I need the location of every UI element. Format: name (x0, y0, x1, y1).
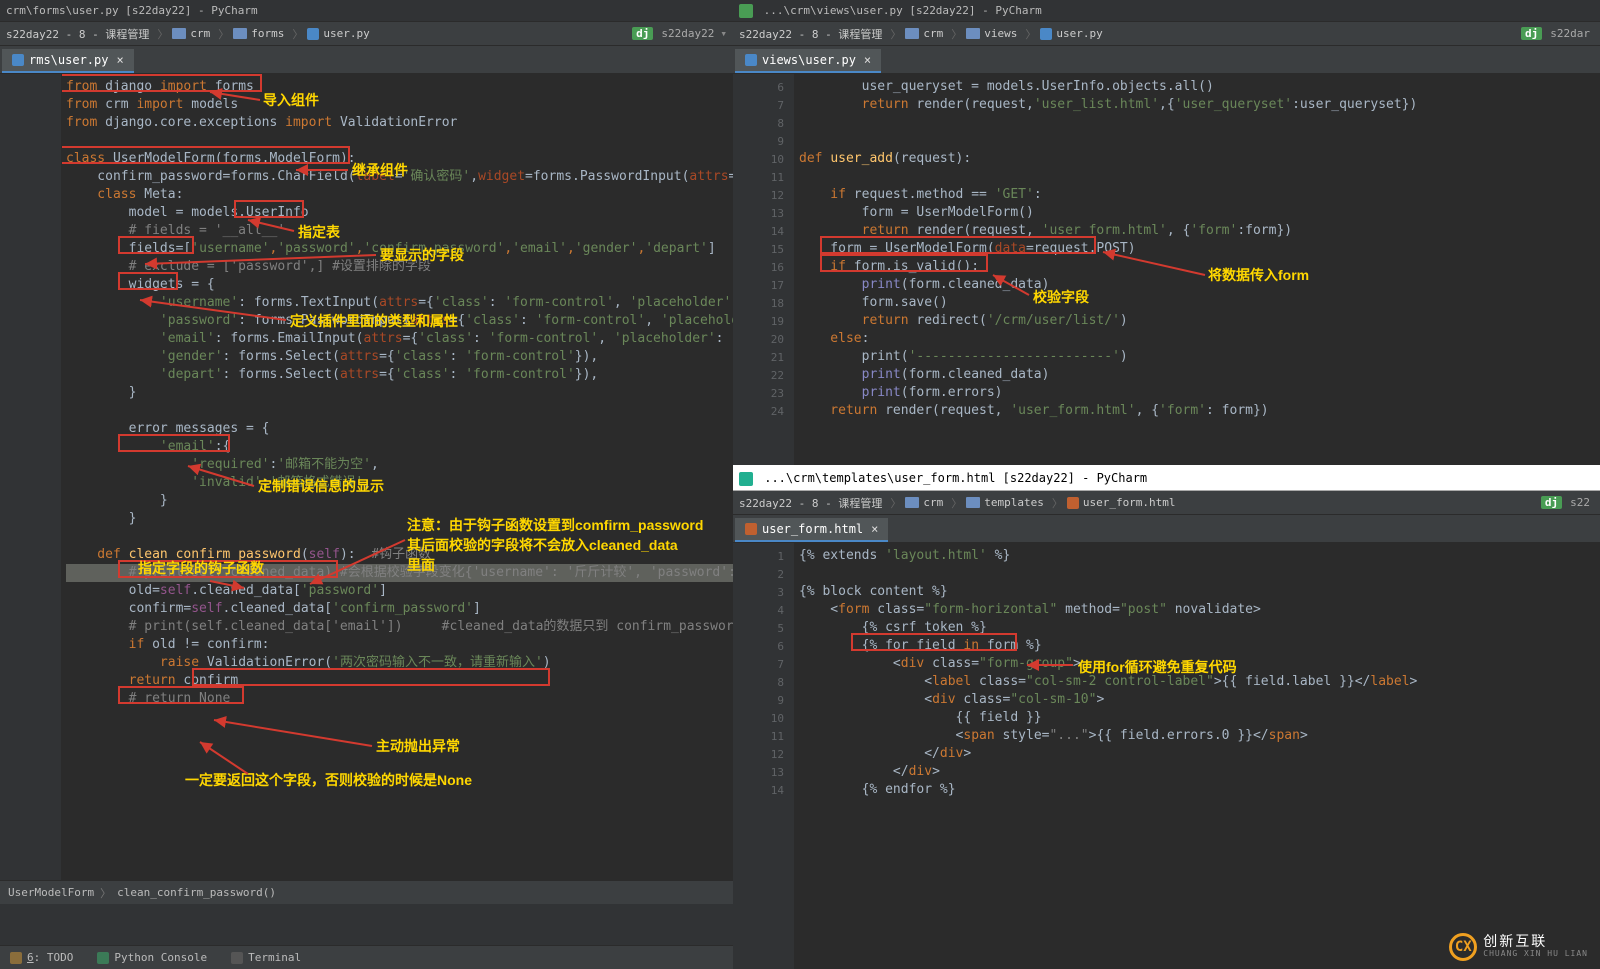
right-bottom-pane: ...\crm\templates\user_form.html [s22day… (733, 465, 1600, 969)
watermark-sub: CHUANG XIN HU LIAN (1483, 950, 1588, 959)
chevron-down-icon[interactable]: ▾ (720, 27, 727, 40)
folder-icon (966, 497, 980, 508)
breadcrumb-file-rb[interactable]: user_form.html (1067, 496, 1176, 509)
editor-area-rt[interactable]: 6789101112131415161718192021222324 user_… (733, 74, 1600, 465)
django-badge: dj (632, 27, 653, 40)
python-icon (307, 28, 319, 40)
run-config-rt[interactable]: s22dar (1550, 27, 1590, 40)
window-title-rb: ...\crm\templates\user_form.html [s22day… (764, 471, 1147, 485)
pycharm-icon (739, 4, 753, 18)
window-title-rt: ...\crm\views\user.py [s22day22] - PyCha… (764, 4, 1042, 17)
right-top-pane: ...\crm\views\user.py [s22day22] - PyCha… (733, 0, 1600, 465)
close-icon[interactable]: × (871, 522, 878, 536)
html-icon (745, 523, 757, 535)
editor-tabs-rb: user_form.html× (733, 515, 1600, 543)
code[interactable]: from django import forms from crm import… (62, 74, 733, 880)
breadcrumb-forms[interactable]: forms (233, 27, 284, 40)
breadcrumb-bar: s22day22 - 8 - 课程管理〉 crm〉 forms〉 user.py… (0, 22, 733, 46)
breadcrumb-bar-rt: s22day22 - 8 - 课程管理〉 crm〉 views〉 user.py… (733, 22, 1600, 46)
code-rt[interactable]: user_queryset = models.UserInfo.objects.… (795, 74, 1600, 465)
breadcrumb-file-rt[interactable]: user.py (1040, 27, 1102, 40)
tab-views-user[interactable]: views\user.py× (735, 49, 881, 73)
tab-user-py[interactable]: rms\user.py× (2, 49, 134, 73)
folder-icon (966, 28, 980, 39)
python-icon (1040, 28, 1052, 40)
editor-area[interactable]: from django import forms from crm import… (0, 74, 733, 880)
todo-icon (10, 952, 22, 964)
breadcrumb-crm[interactable]: crm (172, 27, 210, 40)
tab-user-form-html[interactable]: user_form.html× (735, 518, 888, 542)
watermark-brand: 创新互联 (1483, 935, 1588, 950)
django-badge-rt: dj (1521, 27, 1542, 40)
breadcrumb-project-rt[interactable]: s22day22 - 8 - 课程管理 (739, 26, 882, 42)
breadcrumb-sep: 〉 (157, 26, 168, 42)
code-rb[interactable]: {% extends 'layout.html' %} {% block con… (795, 543, 1600, 969)
gutter-rb: 1234567891011121314 (733, 543, 795, 969)
python-icon (97, 952, 109, 964)
breadcrumb-file[interactable]: user.py (307, 27, 369, 40)
folder-icon (233, 28, 247, 39)
breadcrumb-project[interactable]: s22day22 - 8 - 课程管理 (6, 26, 149, 42)
editor-tabs: rms\user.py× (0, 46, 733, 74)
watermark: CX 创新互联 CHUANG XIN HU LIAN (1449, 933, 1588, 961)
breadcrumb-project-rb[interactable]: s22day22 - 8 - 课程管理 (739, 495, 882, 511)
django-badge-rb: dj (1541, 496, 1562, 509)
folder-icon (905, 28, 919, 39)
breadcrumb-bar-rb: s22day22 - 8 - 课程管理〉 crm〉 templates〉 use… (733, 491, 1600, 515)
pycharm-icon (739, 472, 753, 486)
run-config-name[interactable]: s22day22 (661, 27, 714, 40)
watermark-logo-icon: CX (1449, 933, 1477, 961)
close-icon[interactable]: × (864, 53, 871, 67)
gutter (0, 74, 62, 880)
window-title: crm\forms\user.py [s22day22] - PyCharm (6, 4, 258, 17)
window-title-bar: crm\forms\user.py [s22day22] - PyCharm (0, 0, 733, 22)
left-pane: crm\forms\user.py [s22day22] - PyCharm s… (0, 0, 733, 969)
editor-crumb-bottom: UserModelForm 〉 clean_confirm_password() (0, 880, 733, 904)
close-icon[interactable]: × (116, 53, 123, 67)
crumb-method[interactable]: clean_confirm_password() (117, 886, 276, 899)
folder-icon (172, 28, 186, 39)
python-icon (745, 54, 757, 66)
gutter-rt: 6789101112131415161718192021222324 (733, 74, 795, 465)
footer-todo[interactable]: 6: TODO (10, 951, 73, 964)
breadcrumb-crm-rt[interactable]: crm (905, 27, 943, 40)
html-icon (1067, 497, 1079, 509)
python-icon (12, 54, 24, 66)
breadcrumb-crm-rb[interactable]: crm (905, 496, 943, 509)
editor-tabs-rt: views\user.py× (733, 46, 1600, 74)
editor-area-rb[interactable]: 1234567891011121314 {% extends 'layout.h… (733, 543, 1600, 969)
footer-terminal[interactable]: Terminal (231, 951, 301, 964)
window-title-bar-rt: ...\crm\views\user.py [s22day22] - PyCha… (733, 0, 1600, 22)
run-config-rb[interactable]: s22 (1570, 496, 1590, 509)
folder-icon (905, 497, 919, 508)
window-title-bar-rb: ...\crm\templates\user_form.html [s22day… (733, 465, 1600, 491)
footer-python-console[interactable]: Python Console (97, 951, 207, 964)
crumb-class[interactable]: UserModelForm (8, 886, 94, 899)
breadcrumb-views-rt[interactable]: views (966, 27, 1017, 40)
terminal-icon (231, 952, 243, 964)
breadcrumb-templates-rb[interactable]: templates (966, 496, 1044, 509)
footer: 6: TODO Python Console Terminal (0, 945, 733, 969)
